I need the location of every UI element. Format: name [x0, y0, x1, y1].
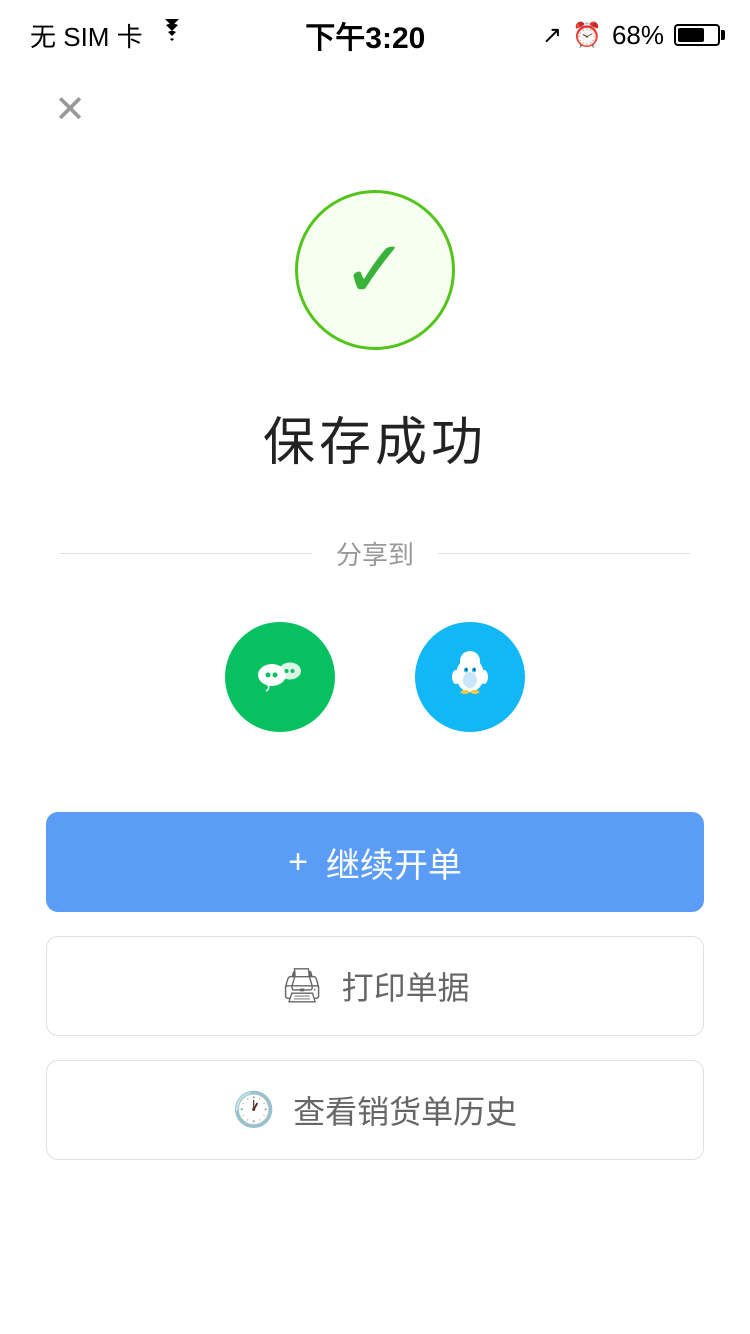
actions-container: + 继续开单 🖨 打印单据 🕐 查看销货单历史 — [0, 812, 750, 1160]
status-right: ↗ ⏰ 68% — [542, 20, 720, 51]
history-icon: 🕐 — [233, 1093, 275, 1127]
history-button[interactable]: 🕐 查看销货单历史 — [46, 1060, 704, 1160]
share-label: 分享到 — [312, 535, 438, 572]
plus-icon: + — [288, 845, 308, 879]
print-label: 打印单据 — [342, 963, 470, 1009]
continue-order-label: 继续开单 — [326, 838, 462, 887]
success-icon-circle: ✓ — [295, 190, 455, 350]
alarm-icon: ⏰ — [572, 21, 602, 50]
status-bar: 无 SIM 卡 下午3:20 ↗ ⏰ 68% — [0, 0, 750, 70]
printer-icon: 🖨 — [280, 969, 323, 1003]
battery-text: 68% — [612, 20, 664, 51]
carrier-text: 无 SIM 卡 — [30, 17, 143, 54]
qq-icon — [438, 645, 502, 709]
battery-icon — [674, 24, 720, 46]
checkmark-icon: ✓ — [341, 230, 408, 310]
status-time: 下午3:20 — [305, 13, 425, 57]
share-row — [225, 622, 525, 732]
main-content: ✓ 保存成功 分享到 — [0, 70, 750, 1160]
success-title: 保存成功 — [263, 400, 487, 475]
status-left: 无 SIM 卡 — [30, 17, 189, 54]
divider-line-left — [60, 553, 312, 554]
continue-order-button[interactable]: + 继续开单 — [46, 812, 704, 912]
close-button[interactable]: ✕ — [40, 80, 100, 140]
print-button[interactable]: 🖨 打印单据 — [46, 936, 704, 1036]
close-icon: ✕ — [54, 91, 86, 129]
wechat-icon — [248, 645, 312, 709]
history-label: 查看销货单历史 — [293, 1087, 517, 1133]
location-icon: ↗ — [542, 21, 562, 50]
share-divider: 分享到 — [0, 535, 750, 572]
divider-line-right — [438, 553, 690, 554]
share-wechat-button[interactable] — [225, 622, 335, 732]
wifi-icon — [155, 19, 189, 52]
share-qq-button[interactable] — [415, 622, 525, 732]
